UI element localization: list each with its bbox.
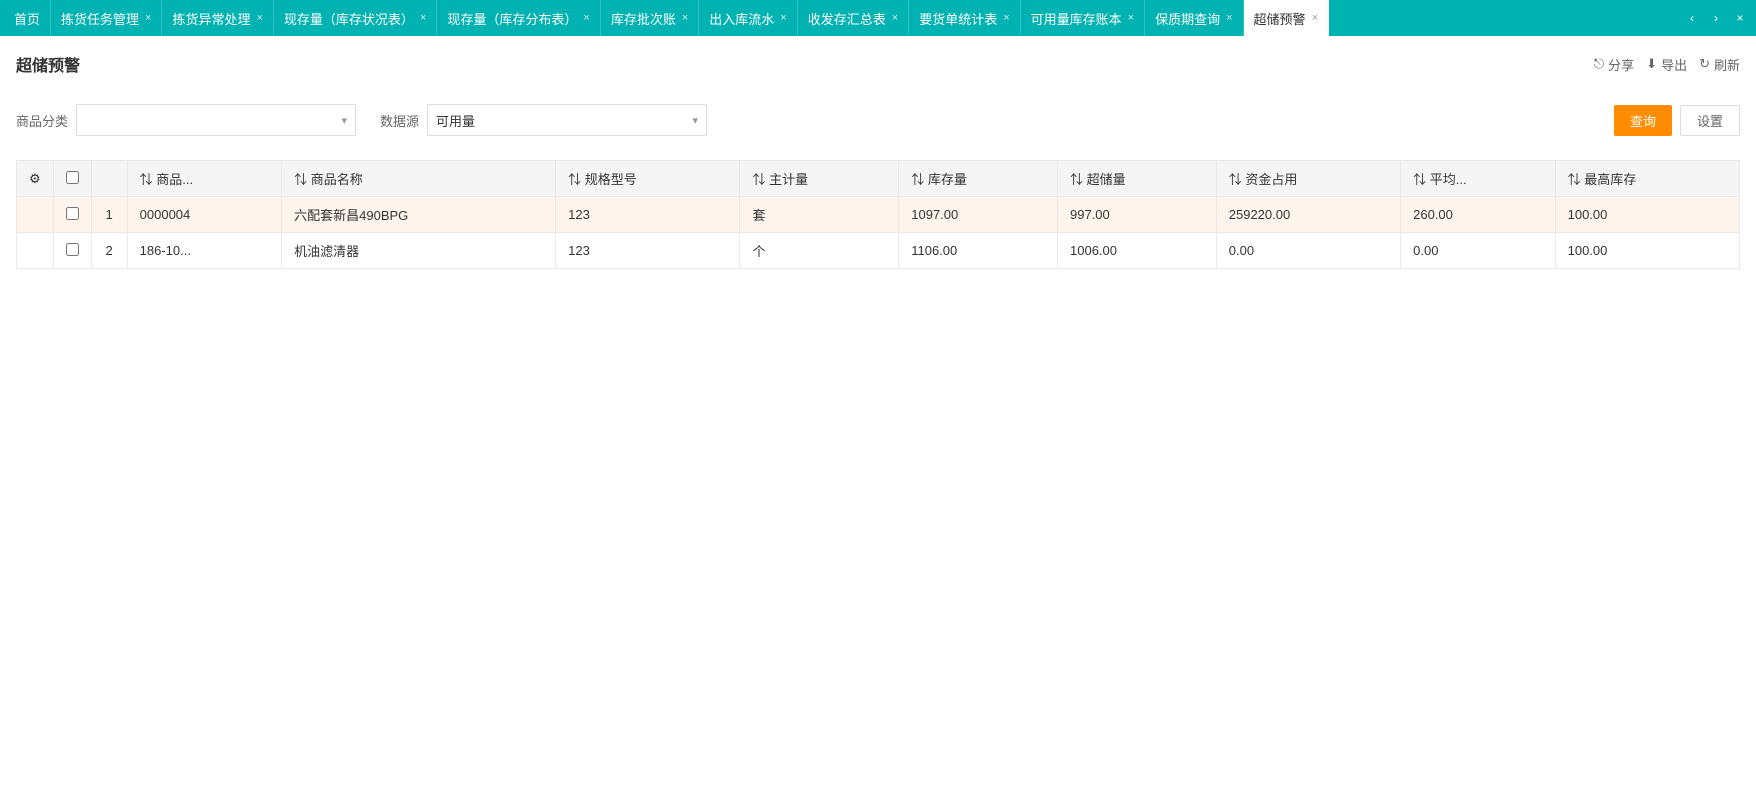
row-product-name-1: 机油滤清器: [282, 233, 556, 269]
nav-order-stat[interactable]: 要货单统计表 ×: [909, 0, 1020, 36]
nav-prev-arrow[interactable]: ‹: [1680, 0, 1704, 36]
th-max-stock[interactable]: ⇅ 最高库存: [1555, 161, 1739, 197]
share-icon: ⎋: [1594, 56, 1604, 72]
filter-buttons: 查询 设置: [1614, 105, 1740, 136]
page-content: 超储预警 ⎋ 分享 ⬇ 导出 ↻ 刷新 商品分类 ▾ 数据源: [0, 36, 1756, 800]
settings-button[interactable]: 设置: [1680, 105, 1740, 136]
th-avg[interactable]: ⇅ 平均...: [1401, 161, 1555, 197]
nav-pick-task[interactable]: 拣货任务管理 ×: [51, 0, 162, 36]
nav-home[interactable]: 首页: [4, 0, 51, 36]
top-nav: 首页 拣货任务管理 × 拣货异常处理 × 现存量（库存状况表） × 现存量（库存…: [0, 0, 1756, 36]
row-product-code-1: 186-10...: [127, 233, 281, 269]
row-unit-1: 个: [740, 233, 899, 269]
row-gear-cell: [17, 197, 54, 233]
close-over-stock[interactable]: ×: [1312, 12, 1318, 24]
query-button[interactable]: 查询: [1614, 105, 1672, 136]
nav-avail-stock[interactable]: 可用量库存账本 ×: [1021, 0, 1145, 36]
header-actions: ⎋ 分享 ⬇ 导出 ↻ 刷新: [1594, 55, 1740, 74]
row-index-1: 2: [91, 233, 127, 269]
category-select[interactable]: ▾: [76, 104, 356, 136]
nav-pick-exception[interactable]: 拣货异常处理 ×: [162, 0, 273, 36]
refresh-icon: ↻: [1699, 56, 1710, 72]
close-summary[interactable]: ×: [892, 12, 898, 24]
close-inout[interactable]: ×: [780, 12, 786, 24]
th-index: [91, 161, 127, 197]
nav-summary[interactable]: 收发存汇总表 ×: [798, 0, 909, 36]
data-table: ⚙ ⇅ 商品... ⇅ 商品名称 ⇅ 规格型号 ⇅ 主计量 ⇅: [16, 160, 1740, 269]
category-label: 商品分类: [16, 111, 68, 130]
table-header-row: ⚙ ⇅ 商品... ⇅ 商品名称 ⇅ 规格型号 ⇅ 主计量 ⇅: [17, 161, 1740, 197]
close-order-stat[interactable]: ×: [1003, 12, 1009, 24]
close-pick-task[interactable]: ×: [145, 12, 151, 24]
row-product-name-0: 六配套新昌490BPG: [282, 197, 556, 233]
nav-batch[interactable]: 库存批次账 ×: [601, 0, 699, 36]
nav-stock-status[interactable]: 现存量（库存状况表） ×: [274, 0, 437, 36]
nav-close-arrow[interactable]: ×: [1728, 0, 1752, 36]
row-spec-1: 123: [556, 233, 740, 269]
nav-shelf-life[interactable]: 保质期查询 ×: [1145, 0, 1243, 36]
filter-area: 商品分类 ▾ 数据源 可用量 ▾ 查询 设置: [16, 92, 1740, 148]
row-checkbox-cell: [53, 233, 91, 269]
nav-arrows: ‹ › ×: [1680, 0, 1752, 36]
th-capital[interactable]: ⇅ 资金占用: [1216, 161, 1400, 197]
datasource-value: 可用量: [436, 111, 475, 130]
datasource-select[interactable]: 可用量 ▾: [427, 104, 707, 136]
row-unit-0: 套: [740, 197, 899, 233]
nav-over-stock[interactable]: 超储预警 ×: [1244, 0, 1329, 36]
page-title: 超储预警: [16, 52, 80, 76]
category-arrow-icon: ▾: [341, 114, 347, 127]
close-stock-dist[interactable]: ×: [583, 12, 589, 24]
row-max-stock-1: 100.00: [1555, 233, 1739, 269]
close-stock-status[interactable]: ×: [420, 12, 426, 24]
th-checkbox: [53, 161, 91, 197]
nav-next-arrow[interactable]: ›: [1704, 0, 1728, 36]
th-product-code[interactable]: ⇅ 商品...: [127, 161, 281, 197]
row-gear-cell: [17, 233, 54, 269]
row-stock-1: 1106.00: [899, 233, 1058, 269]
close-pick-exception[interactable]: ×: [256, 12, 262, 24]
row-spec-0: 123: [556, 197, 740, 233]
row-over-stock-0: 997.00: [1058, 197, 1217, 233]
export-icon: ⬇: [1646, 56, 1657, 72]
close-avail-stock[interactable]: ×: [1128, 12, 1134, 24]
row-index-0: 1: [91, 197, 127, 233]
th-gear[interactable]: ⚙: [17, 161, 54, 197]
table-row: 2 186-10... 机油滤清器 123 个 1106.00 1006.00 …: [17, 233, 1740, 269]
datasource-filter: 数据源 可用量 ▾: [380, 104, 707, 136]
th-product-name[interactable]: ⇅ 商品名称: [282, 161, 556, 197]
row-capital-1: 0.00: [1216, 233, 1400, 269]
row-checkbox-1[interactable]: [66, 243, 79, 256]
datasource-arrow-icon: ▾: [693, 114, 699, 127]
row-stock-0: 1097.00: [899, 197, 1058, 233]
category-filter: 商品分类 ▾: [16, 104, 356, 136]
select-all-checkbox[interactable]: [66, 171, 79, 184]
page-header: 超储预警 ⎋ 分享 ⬇ 导出 ↻ 刷新: [16, 52, 1740, 76]
close-shelf-life[interactable]: ×: [1226, 12, 1232, 24]
table-row: 1 0000004 六配套新昌490BPG 123 套 1097.00 997.…: [17, 197, 1740, 233]
export-button[interactable]: ⬇ 导出: [1646, 55, 1687, 74]
row-avg-0: 260.00: [1401, 197, 1555, 233]
row-over-stock-1: 1006.00: [1058, 233, 1217, 269]
datasource-label: 数据源: [380, 111, 419, 130]
close-batch[interactable]: ×: [682, 12, 688, 24]
refresh-button[interactable]: ↻ 刷新: [1699, 55, 1740, 74]
row-avg-1: 0.00: [1401, 233, 1555, 269]
th-spec[interactable]: ⇅ 规格型号: [556, 161, 740, 197]
row-max-stock-0: 100.00: [1555, 197, 1739, 233]
nav-stock-dist[interactable]: 现存量（库存分布表） ×: [437, 0, 600, 36]
th-over-stock[interactable]: ⇅ 超储量: [1058, 161, 1217, 197]
th-stock[interactable]: ⇅ 库存量: [899, 161, 1058, 197]
row-checkbox-0[interactable]: [66, 207, 79, 220]
row-capital-0: 259220.00: [1216, 197, 1400, 233]
row-product-code-0: 0000004: [127, 197, 281, 233]
share-button[interactable]: ⎋ 分享: [1594, 55, 1634, 74]
row-checkbox-cell: [53, 197, 91, 233]
th-unit[interactable]: ⇅ 主计量: [740, 161, 899, 197]
nav-inout[interactable]: 出入库流水 ×: [699, 0, 797, 36]
